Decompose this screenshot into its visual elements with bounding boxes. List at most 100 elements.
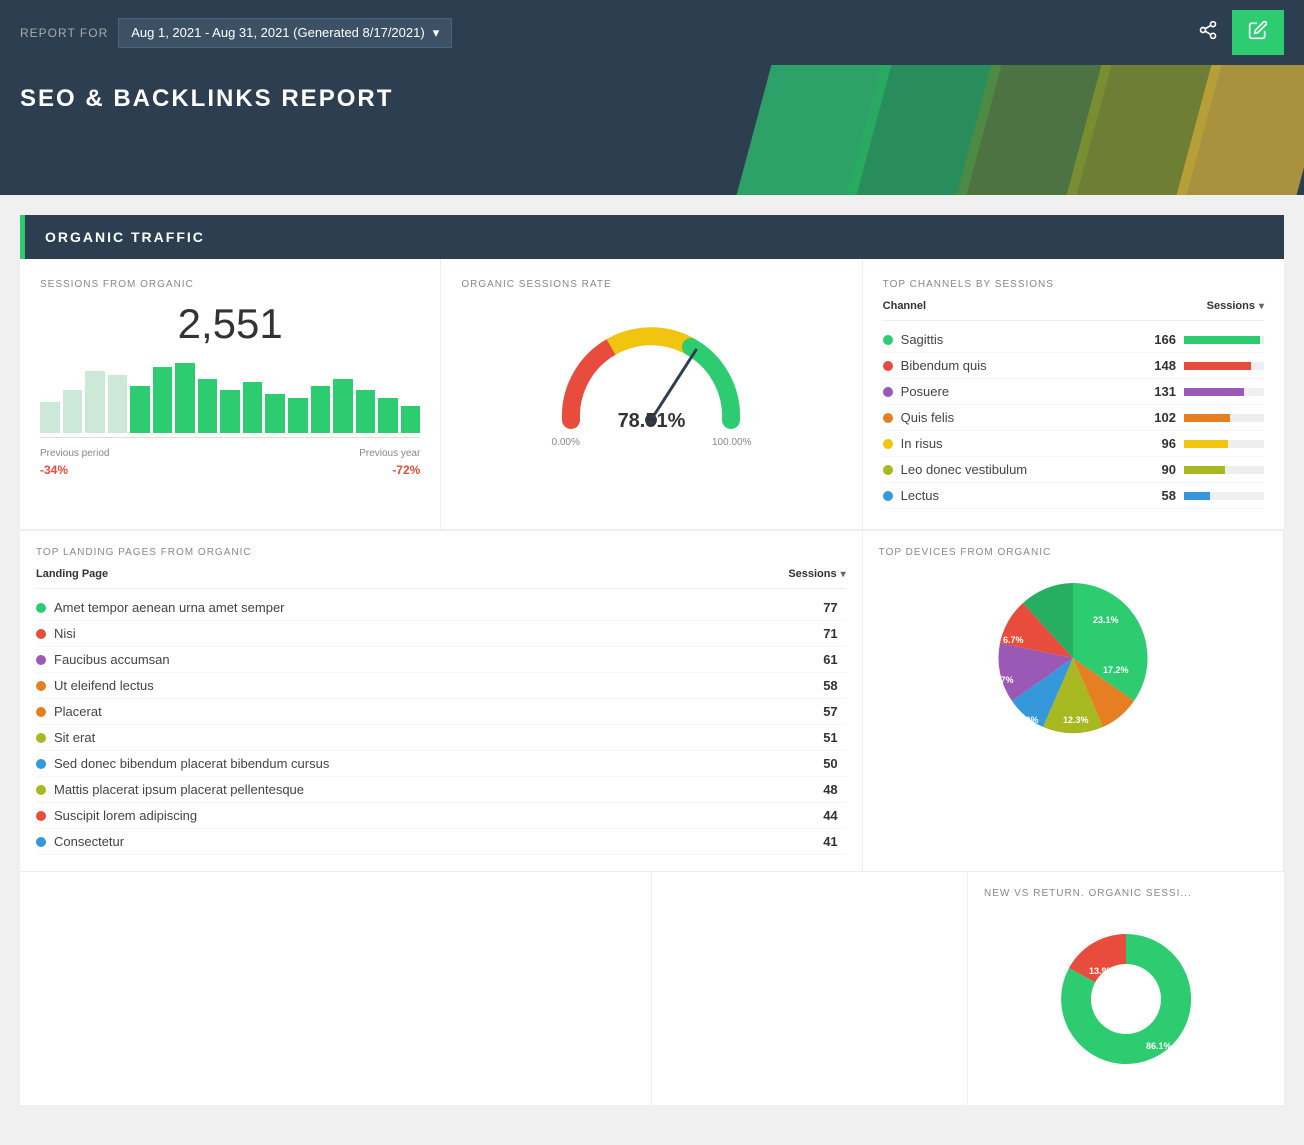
top-stats-grid: SESSIONS FROM ORGANIC 2,551 Previous per… — [20, 259, 1284, 530]
table-row: Mattis placerat ipsum placerat pellentes… — [36, 777, 846, 803]
landing-page-value: 50 — [803, 756, 838, 771]
header-left: REPORT FOR Aug 1, 2021 - Aug 31, 2021 (G… — [20, 18, 452, 48]
gauge-labels: 0.00% 100.00% — [551, 437, 751, 448]
table-row: In risus 96 — [883, 431, 1264, 457]
table-row: Placerat 57 — [36, 699, 846, 725]
landing-sessions-col[interactable]: Sessions ▾ — [788, 568, 845, 580]
landing-page-name: Sit erat — [54, 730, 803, 745]
channel-value: 90 — [1141, 462, 1176, 477]
edit-button[interactable] — [1232, 10, 1284, 55]
pie-label-6: 6.7% — [1003, 635, 1024, 645]
channel-bar — [1184, 362, 1264, 370]
bar-item — [220, 390, 240, 433]
channel-name: Lectus — [901, 488, 1141, 503]
landing-page-value: 77 — [803, 600, 838, 615]
channel-bar-fill — [1184, 388, 1244, 396]
channel-name: Leo donec vestibulum — [901, 462, 1141, 477]
table-row: Consectetur 41 — [36, 829, 846, 855]
table-row: Suscipit lorem adipiscing 44 — [36, 803, 846, 829]
landing-page-name: Consectetur — [54, 834, 803, 849]
channels-table: Sagittis 166 Bibendum quis 148 Posuere 1… — [883, 327, 1264, 509]
dot-icon — [36, 655, 46, 665]
channel-bar-fill — [1184, 336, 1260, 344]
sessions-col-header[interactable]: Sessions ▾ — [1207, 300, 1264, 312]
bar-item — [333, 379, 353, 433]
gauge-min: 0.00% — [551, 437, 579, 448]
table-row: Faucibus accumsan 61 — [36, 647, 846, 673]
pie-label-1: 23.1% — [1093, 615, 1119, 625]
dot-icon — [883, 361, 893, 371]
channel-value: 96 — [1141, 436, 1176, 451]
prev-year-change: -72% — [392, 463, 420, 477]
share-icon — [1198, 20, 1218, 40]
channel-name: In risus — [901, 436, 1141, 451]
table-row: Lectus 58 — [883, 483, 1264, 509]
empty-space — [20, 872, 652, 1105]
empty-devices — [652, 872, 968, 1105]
bar-item — [40, 402, 60, 433]
report-for-label: REPORT FOR — [20, 26, 108, 40]
landing-page-name: Ut eleifend lectus — [54, 678, 803, 693]
gauge-value: 78.51% — [618, 410, 686, 433]
chevron-icon: ▾ — [1259, 301, 1264, 312]
table-row: Ut eleifend lectus 58 — [36, 673, 846, 699]
prev-period-label: Previous period — [40, 448, 109, 459]
channel-name: Bibendum quis — [901, 358, 1141, 373]
channel-col-header: Channel — [883, 300, 926, 312]
landing-page-name: Faucibus accumsan — [54, 652, 803, 667]
sessions-organic-label: SESSIONS FROM ORGANIC — [40, 279, 420, 290]
channel-bar — [1184, 414, 1264, 422]
landing-page-value: 48 — [803, 782, 838, 797]
prev-year-label: Previous year — [359, 448, 420, 459]
main-content: ORGANIC TRAFFIC SESSIONS FROM ORGANIC 2,… — [0, 195, 1304, 1145]
landing-page-value: 41 — [803, 834, 838, 849]
landing-page-value: 57 — [803, 704, 838, 719]
prev-period-change: -34% — [40, 463, 68, 477]
page-title: SEO & BACKLINKS REPORT — [20, 85, 1284, 113]
dot-icon — [36, 837, 46, 847]
channel-bar — [1184, 336, 1264, 344]
chevron-down-icon: ▾ — [433, 25, 440, 41]
channel-bar-fill — [1184, 492, 1210, 500]
landing-page-value: 51 — [803, 730, 838, 745]
bar-item — [198, 379, 218, 433]
donut-label-2: 13.9% — [1089, 966, 1115, 976]
bar-item — [356, 390, 376, 433]
share-button[interactable] — [1184, 10, 1232, 55]
landing-page-name: Sed donec bibendum placerat bibendum cur… — [54, 756, 803, 771]
dot-icon — [36, 733, 46, 743]
channel-value: 58 — [1141, 488, 1176, 503]
date-range-selector[interactable]: Aug 1, 2021 - Aug 31, 2021 (Generated 8/… — [118, 18, 452, 48]
channel-name: Posuere — [901, 384, 1141, 399]
landing-page-value: 58 — [803, 678, 838, 693]
header-actions — [1184, 10, 1284, 55]
channel-value: 166 — [1141, 332, 1176, 347]
channel-bar-fill — [1184, 362, 1251, 370]
channel-bar — [1184, 388, 1264, 396]
dot-icon — [36, 785, 46, 795]
landing-pages-table-header: Landing Page Sessions ▾ — [36, 568, 846, 589]
top-channels-table-header: Channel Sessions ▾ — [883, 300, 1264, 321]
dot-icon — [883, 491, 893, 501]
pie-chart: 23.1% 17.2% 12.3% 12.0% 8.7% 6.7% — [983, 568, 1163, 748]
bar-item — [63, 390, 83, 433]
donut-chart: 86.1% 13.9% — [1046, 919, 1206, 1079]
chart-labels: Previous period Previous year — [40, 448, 420, 459]
bar-item — [85, 371, 105, 433]
bar-item — [265, 394, 285, 433]
chart-changes: -34% -72% — [40, 463, 420, 477]
header: REPORT FOR Aug 1, 2021 - Aug 31, 2021 (G… — [0, 0, 1304, 65]
table-row: Amet tempor aenean urna amet semper 77 — [36, 595, 846, 621]
pie-chart-container: 23.1% 17.2% 12.3% 12.0% 8.7% 6.7% — [879, 568, 1267, 748]
bar-item — [243, 382, 263, 433]
channel-name: Sagittis — [901, 332, 1141, 347]
channel-bar-fill — [1184, 466, 1225, 474]
top-channels-label: TOP CHANNELS BY SESSIONS — [883, 279, 1264, 290]
landing-page-name: Amet tempor aenean urna amet semper — [54, 600, 803, 615]
bar-item — [311, 386, 331, 433]
dot-icon — [883, 335, 893, 345]
bar-item — [130, 386, 150, 433]
bar-item — [288, 398, 308, 433]
landing-page-name: Nisi — [54, 626, 803, 641]
pie-label-5: 8.7% — [993, 675, 1014, 685]
